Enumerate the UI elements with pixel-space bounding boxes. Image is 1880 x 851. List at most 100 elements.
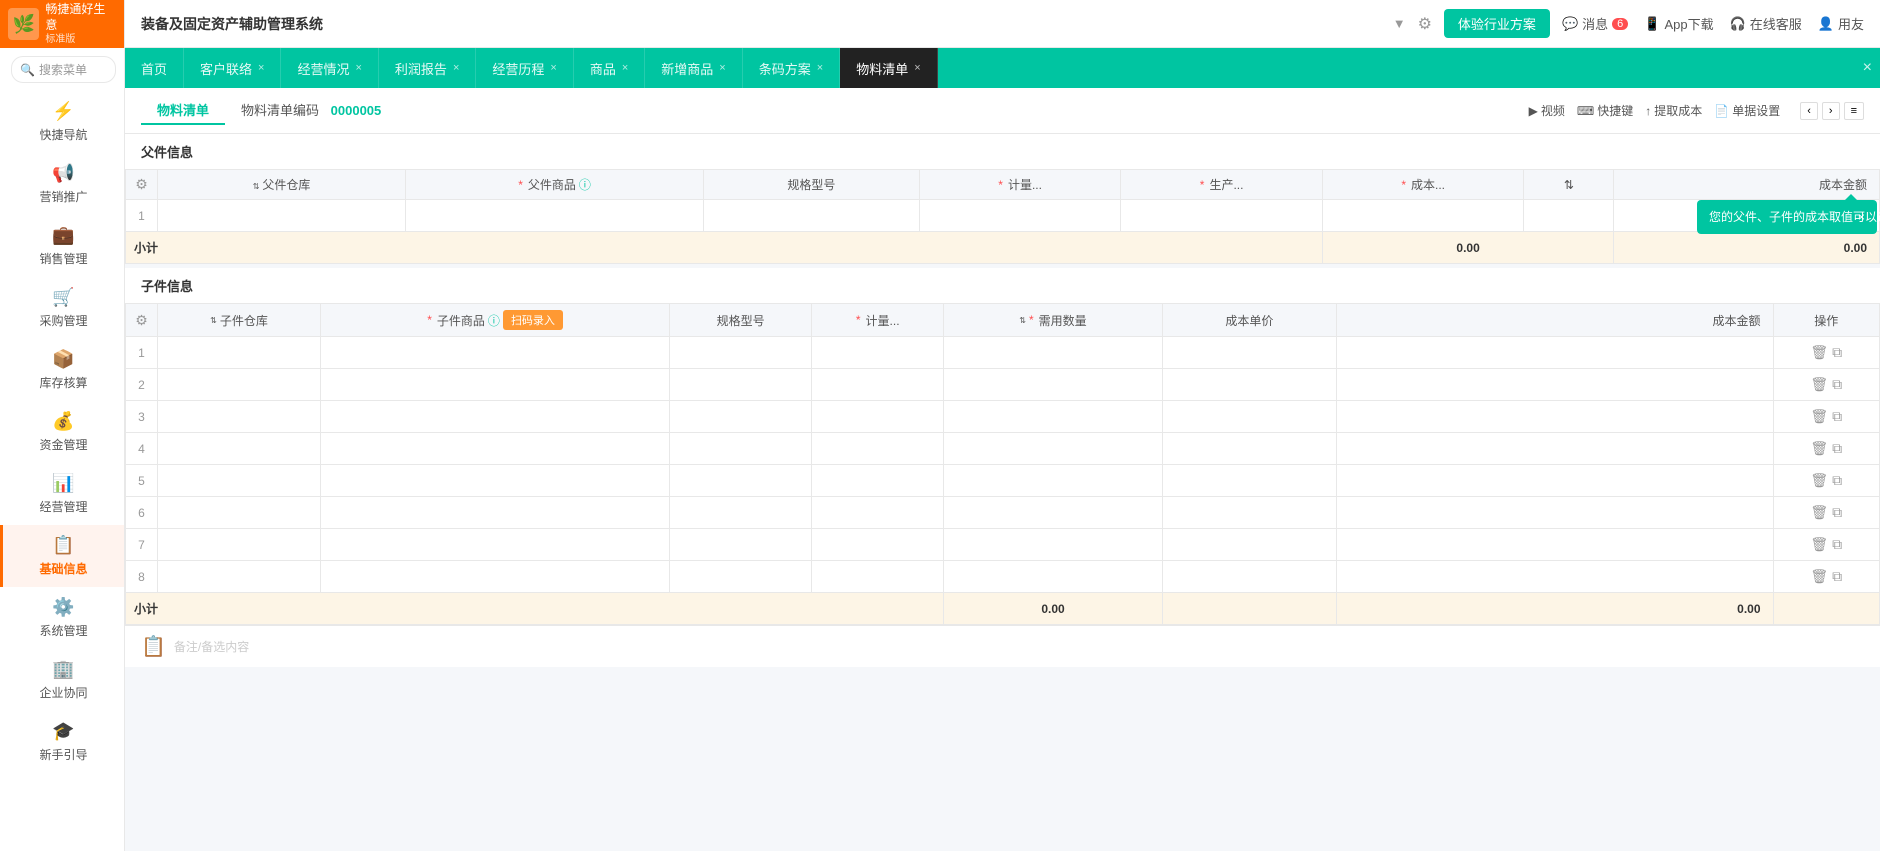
close-tab-goods[interactable]: × <box>622 62 628 74</box>
child-goods-3[interactable] <box>321 401 670 433</box>
child-goods-7[interactable] <box>321 529 670 561</box>
sidebar-item-enterprise[interactable]: 🏢 企业协同 <box>0 649 124 711</box>
copy-icon-4[interactable]: ⧉ <box>1832 440 1842 457</box>
close-tab-barcode[interactable]: × <box>817 62 823 74</box>
close-all-tabs[interactable]: × <box>1855 48 1880 88</box>
tab-operations[interactable]: 经营情况 × <box>281 48 378 88</box>
child-unit-cost-6[interactable] <box>1162 497 1337 529</box>
sidebar-item-purchase[interactable]: 🛒 采购管理 <box>0 277 124 339</box>
child-warehouse-8[interactable] <box>158 561 321 593</box>
tab-history[interactable]: 经营历程 × <box>476 48 573 88</box>
child-unit-3[interactable] <box>812 401 944 433</box>
child-warehouse-4[interactable] <box>158 433 321 465</box>
parent-goods-1[interactable] <box>406 200 704 232</box>
child-goods-1[interactable] <box>321 337 670 369</box>
app-download-action[interactable]: 📱 App下载 <box>1644 14 1713 33</box>
experience-btn[interactable]: 体验行业方案 <box>1444 9 1550 38</box>
delete-icon-6[interactable]: 🗑 <box>1810 504 1828 521</box>
copy-icon-6[interactable]: ⧉ <box>1832 504 1842 521</box>
delete-icon-1[interactable]: 🗑 <box>1810 344 1828 361</box>
sidebar-item-finance[interactable]: 💰 资金管理 <box>0 401 124 463</box>
parent-unit-1[interactable] <box>919 200 1121 232</box>
extract-cost-action[interactable]: ↑ 提取成本 <box>1645 102 1702 119</box>
child-unit-6[interactable] <box>812 497 944 529</box>
child-spec-7[interactable] <box>670 529 812 561</box>
next-doc-btn[interactable]: › <box>1822 102 1840 120</box>
sidebar-item-search[interactable]: 🔍 搜索菜单 <box>0 48 124 91</box>
child-goods-8[interactable] <box>321 561 670 593</box>
copy-icon-3[interactable]: ⧉ <box>1832 408 1842 425</box>
user-action[interactable]: 👤 用友 <box>1818 14 1864 33</box>
close-tab-new-goods[interactable]: × <box>719 62 725 74</box>
close-tab-history[interactable]: × <box>550 62 556 74</box>
child-spec-8[interactable] <box>670 561 812 593</box>
child-unit-7[interactable] <box>812 529 944 561</box>
child-unit-cost-7[interactable] <box>1162 529 1337 561</box>
sidebar-item-sales[interactable]: 💼 销售管理 <box>0 215 124 277</box>
close-tab-customer[interactable]: × <box>258 62 264 74</box>
video-action[interactable]: ▶ 视频 <box>1529 102 1565 119</box>
scan-btn[interactable]: 扫码录入 <box>503 310 563 330</box>
parent-cost-1[interactable] <box>1322 200 1524 232</box>
tab-new-goods[interactable]: 新增商品 × <box>645 48 742 88</box>
child-qty-4[interactable] <box>944 433 1162 465</box>
child-qty-2[interactable] <box>944 369 1162 401</box>
child-qty-7[interactable] <box>944 529 1162 561</box>
child-spec-5[interactable] <box>670 465 812 497</box>
close-tab-bom[interactable]: × <box>914 62 920 74</box>
list-view-btn[interactable]: ≡ <box>1844 102 1864 120</box>
child-unit-1[interactable] <box>812 337 944 369</box>
child-qty-1[interactable] <box>944 337 1162 369</box>
search-button[interactable]: 🔍 搜索菜单 <box>11 56 116 83</box>
child-qty-6[interactable] <box>944 497 1162 529</box>
prev-doc-btn[interactable]: ‹ <box>1800 102 1818 120</box>
gear-settings-icon[interactable]: ⚙ <box>135 312 148 328</box>
child-warehouse-1[interactable] <box>158 337 321 369</box>
delete-icon-5[interactable]: 🗑 <box>1810 472 1828 489</box>
tab-customer[interactable]: 客户联络 × <box>184 48 281 88</box>
child-warehouse-3[interactable] <box>158 401 321 433</box>
shortcut-action[interactable]: ⌨ 快捷键 <box>1577 102 1633 119</box>
sidebar-item-quick-nav[interactable]: ⚡ 快捷导航 <box>0 91 124 153</box>
child-spec-2[interactable] <box>670 369 812 401</box>
delete-icon-3[interactable]: 🗑 <box>1810 408 1828 425</box>
child-unit-cost-8[interactable] <box>1162 561 1337 593</box>
child-spec-3[interactable] <box>670 401 812 433</box>
child-goods-5[interactable] <box>321 465 670 497</box>
sidebar-item-guide[interactable]: 🎓 新手引导 <box>0 711 124 773</box>
dropdown-arrow-icon[interactable]: ▼ <box>1393 16 1406 31</box>
child-spec-4[interactable] <box>670 433 812 465</box>
child-goods-6[interactable] <box>321 497 670 529</box>
close-tab-operations[interactable]: × <box>355 62 361 74</box>
child-goods-2[interactable] <box>321 369 670 401</box>
child-unit-cost-5[interactable] <box>1162 465 1337 497</box>
child-unit-8[interactable] <box>812 561 944 593</box>
delete-icon-2[interactable]: 🗑 <box>1810 376 1828 393</box>
copy-icon-7[interactable]: ⧉ <box>1832 536 1842 553</box>
delete-icon-4[interactable]: 🗑 <box>1810 440 1828 457</box>
child-unit-2[interactable] <box>812 369 944 401</box>
child-warehouse-7[interactable] <box>158 529 321 561</box>
delete-icon-8[interactable]: 🗑 <box>1810 568 1828 585</box>
tab-profit[interactable]: 利润报告 × <box>379 48 476 88</box>
sidebar-item-inventory[interactable]: 📦 库存核算 <box>0 339 124 401</box>
tab-home[interactable]: 首页 <box>125 48 184 88</box>
child-warehouse-5[interactable] <box>158 465 321 497</box>
child-qty-8[interactable] <box>944 561 1162 593</box>
sidebar-item-system[interactable]: ⚙️ 系统管理 <box>0 587 124 649</box>
copy-icon-8[interactable]: ⧉ <box>1832 568 1842 585</box>
child-qty-5[interactable] <box>944 465 1162 497</box>
child-unit-4[interactable] <box>812 433 944 465</box>
child-warehouse-6[interactable] <box>158 497 321 529</box>
child-unit-5[interactable] <box>812 465 944 497</box>
child-goods-4[interactable] <box>321 433 670 465</box>
child-unit-cost-1[interactable] <box>1162 337 1337 369</box>
tab-barcode[interactable]: 条码方案 × <box>743 48 840 88</box>
sidebar-item-marketing[interactable]: 📢 营销推广 <box>0 153 124 215</box>
delete-icon-7[interactable]: 🗑 <box>1810 536 1828 553</box>
message-action[interactable]: 💬 消息 6 <box>1562 14 1628 33</box>
doc-settings-action[interactable]: 📄 单据设置 <box>1714 102 1780 119</box>
tab-goods[interactable]: 商品 × <box>574 48 645 88</box>
parent-warehouse-1[interactable] <box>158 200 406 232</box>
sub-tab-bom[interactable]: 物料清单 <box>141 96 225 125</box>
